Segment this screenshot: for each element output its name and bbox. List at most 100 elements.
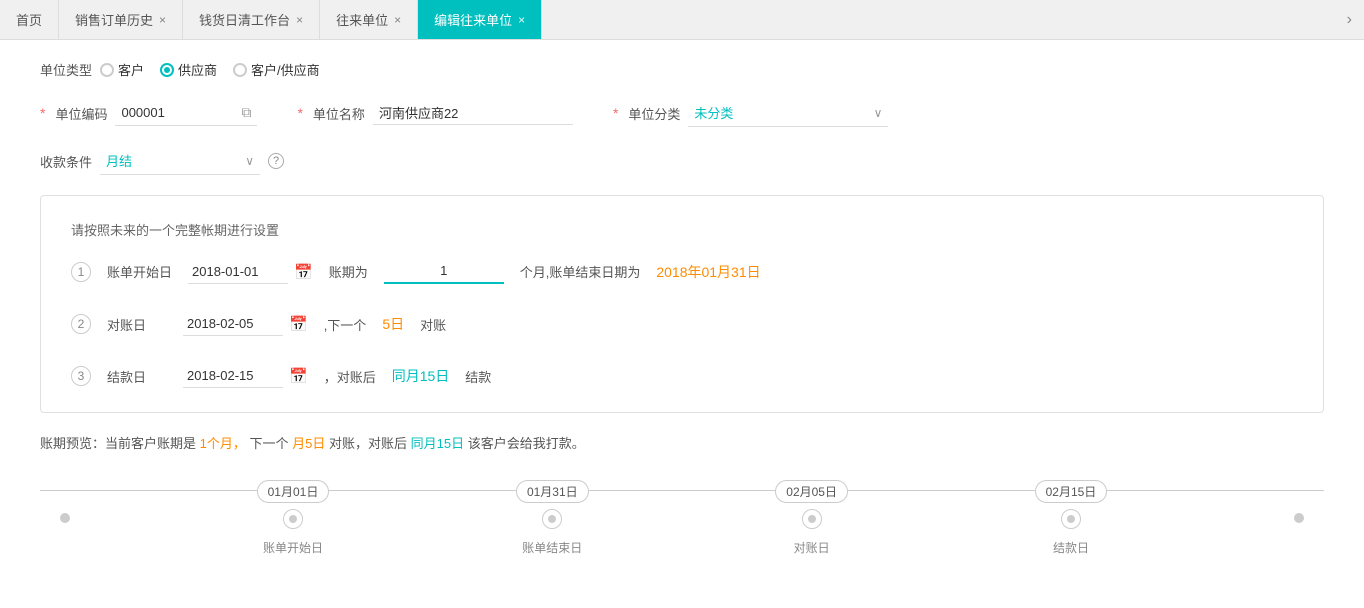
tab-home-label: 首页 [16, 10, 42, 29]
tab-bar: 首页 销售订单历史 × 钱货日清工作台 × 往来单位 × 编辑往来单位 × › [0, 0, 1364, 40]
unit-category-select[interactable]: 未分类 ∨ [688, 99, 888, 127]
radio-both[interactable]: 客户/供应商 [233, 60, 320, 79]
tab-partner-label: 往来单位 [336, 10, 388, 29]
timeline-right-end [1294, 513, 1304, 523]
main-content: 单位类型 客户 供应商 客户/供应商 * 单位编码 [0, 40, 1364, 608]
timeline-container: 01月01日 账单开始日 01月31日 账单结束日 [40, 480, 1324, 556]
date-field-2[interactable] [183, 312, 283, 336]
payment-day: 同月15日 [392, 366, 450, 386]
tab-edit-partner-close[interactable]: × [518, 13, 525, 27]
unit-type-row: 单位类型 客户 供应商 客户/供应商 [40, 60, 1324, 79]
unit-code-group: * 单位编码 ⧉ [40, 100, 257, 126]
payment-label: 收款条件 [40, 152, 92, 171]
timeline-point-1: 01月01日 账单开始日 [257, 480, 330, 556]
payment-group: 收款条件 月结 ∨ ? [40, 147, 284, 175]
unit-code-input[interactable] [121, 105, 241, 120]
tab-partner[interactable]: 往来单位 × [320, 0, 418, 39]
timeline-right-dot [1294, 513, 1304, 523]
preview-prefix: 账期预览：当前客户账期是 [40, 436, 196, 451]
unit-code-input-wrapper: ⧉ [115, 100, 257, 126]
timeline-dot-inner-2 [548, 515, 556, 523]
payment-row: 收款条件 月结 ∨ ? [40, 147, 1324, 175]
setting-row-1: 1 账单开始日 📅 账期为 个月,账单结束日期为 2018年01月31日 [71, 259, 1293, 284]
preview-highlight2: 同月15日 [411, 436, 464, 451]
calendar-icon-1[interactable]: 📅 [294, 263, 313, 281]
timeline-left-end [60, 513, 70, 523]
timeline-sublabel-1: 账单开始日 [263, 539, 323, 556]
tab-sales-history[interactable]: 销售订单历史 × [59, 0, 183, 39]
unit-category-label: 单位分类 [628, 104, 680, 123]
timeline-point-2: 01月31日 账单结束日 [516, 480, 589, 556]
unit-info-row: * 单位编码 ⧉ * 单位名称 * 单位分类 未分类 ∨ [40, 99, 1324, 127]
timeline-sublabel-3: 对账日 [794, 539, 830, 556]
setting-label-3: 结款日 [107, 367, 167, 386]
timeline-sublabel-2: 账单结束日 [522, 539, 582, 556]
payment-select[interactable]: 月结 ∨ [100, 147, 260, 175]
unit-category-chevron: ∨ [874, 106, 883, 120]
unit-code-copy-icon[interactable]: ⧉ [241, 104, 251, 121]
date-field-3[interactable] [183, 364, 283, 388]
tab-expand-icon[interactable]: › [1335, 11, 1364, 29]
radio-supplier-circle [160, 63, 174, 77]
radio-group-unit-type: 客户 供应商 客户/供应商 [100, 60, 320, 79]
unit-name-label: 单位名称 [313, 104, 365, 123]
radio-customer-label: 客户 [118, 60, 144, 79]
payment-chevron: ∨ [245, 154, 254, 168]
preview-highlight1: 月5日 [292, 436, 325, 451]
unit-name-input[interactable] [373, 101, 573, 125]
setting-num-3: 3 [71, 366, 91, 386]
date-input-3: 📅 [183, 364, 308, 388]
tab-cash-workbench[interactable]: 钱货日清工作台 × [183, 0, 320, 39]
tab-cash-workbench-label: 钱货日清工作台 [199, 10, 290, 29]
timeline-label-4: 02月15日 [1046, 485, 1097, 499]
unit-code-required: * [40, 105, 45, 121]
timeline-dot-1 [283, 509, 303, 529]
card-section: 请按照未来的一个完整帐期进行设置 1 账单开始日 📅 账期为 个月,账单结束日期… [40, 195, 1324, 413]
timeline-pill-1: 01月01日 [257, 480, 330, 503]
setting-label-2: 对账日 [107, 315, 167, 334]
period-unit: 个月,账单结束日期为 [520, 262, 641, 281]
unit-category-required: * [613, 105, 618, 121]
calendar-icon-3[interactable]: 📅 [289, 367, 308, 385]
period-prefix: 账期为 [329, 262, 368, 281]
tab-partner-close[interactable]: × [394, 13, 401, 27]
unit-category-group: * 单位分类 未分类 ∨ [613, 99, 888, 127]
timeline-label-1: 01月01日 [268, 485, 319, 499]
preview-suffix: 该客户会给我打款。 [468, 436, 585, 451]
preview-mid2: 对账，对账后 [329, 436, 407, 451]
card-title: 请按照未来的一个完整帐期进行设置 [71, 220, 1293, 239]
date-input-2: 📅 [183, 312, 308, 336]
preview-mid1: 下一个 [250, 436, 289, 451]
period-end-date: 2018年01月31日 [656, 262, 760, 282]
tab-sales-history-label: 销售订单历史 [75, 10, 153, 29]
unit-type-group: 单位类型 客户 供应商 客户/供应商 [40, 60, 320, 79]
radio-customer-circle [100, 63, 114, 77]
tab-sales-history-close[interactable]: × [159, 13, 166, 27]
timeline-left-dot [60, 513, 70, 523]
tab-cash-workbench-close[interactable]: × [296, 13, 303, 27]
timeline-dot-2 [542, 509, 562, 529]
date-field-1[interactable] [188, 260, 288, 284]
unit-name-required: * [297, 105, 302, 121]
unit-category-value: 未分类 [694, 103, 869, 122]
date-input-1: 📅 [188, 260, 313, 284]
tab-edit-partner[interactable]: 编辑往来单位 × [418, 0, 542, 39]
payment-value: 月结 [106, 151, 241, 170]
period-input[interactable] [384, 259, 504, 284]
radio-both-circle [233, 63, 247, 77]
payment-help-icon[interactable]: ? [268, 153, 284, 169]
radio-supplier[interactable]: 供应商 [160, 60, 217, 79]
timeline-dot-3 [802, 509, 822, 529]
tab-home[interactable]: 首页 [0, 0, 59, 39]
preview-text: 账期预览：当前客户账期是 1个月， 下一个 月5日 对账，对账后 同月15日 该… [40, 433, 1324, 452]
setting-row-2: 2 对账日 📅 ,下一个 5日 对账 [71, 312, 1293, 336]
timeline-dot-inner-1 [289, 515, 297, 523]
unit-code-label: 单位编码 [55, 104, 107, 123]
timeline-pill-2: 01月31日 [516, 480, 589, 503]
timeline-point-4: 02月15日 结款日 [1035, 480, 1108, 556]
timeline-dot-4 [1061, 509, 1081, 529]
radio-supplier-label: 供应商 [178, 60, 217, 79]
calendar-icon-2[interactable]: 📅 [289, 315, 308, 333]
setting-num-1: 1 [71, 262, 91, 282]
radio-customer[interactable]: 客户 [100, 60, 144, 79]
